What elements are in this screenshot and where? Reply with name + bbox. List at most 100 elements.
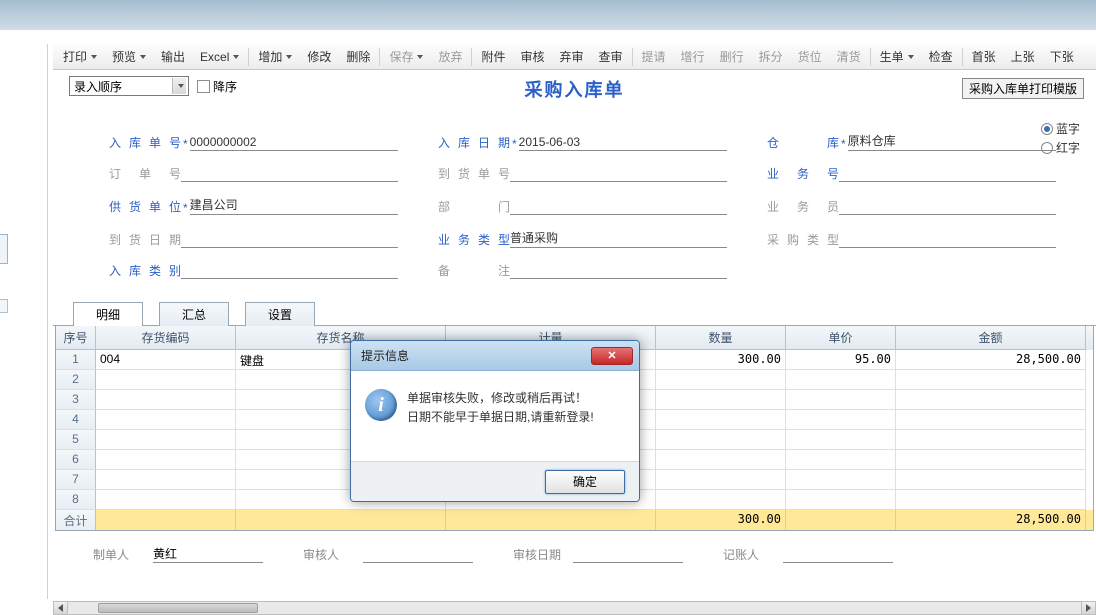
- dialog-titlebar[interactable]: 提示信息 ✕: [351, 341, 639, 371]
- cell-code[interactable]: [96, 370, 236, 390]
- cell-qty[interactable]: [656, 370, 786, 390]
- tab-settings[interactable]: 设置: [245, 302, 315, 326]
- field-dept[interactable]: [510, 199, 727, 215]
- toolbar-separator: [379, 48, 380, 66]
- window-titlebar-area: [0, 0, 1096, 30]
- toolbar-查审[interactable]: 查审: [593, 46, 629, 67]
- cell-amount[interactable]: [896, 490, 1086, 510]
- left-slider-1[interactable]: [0, 234, 8, 264]
- cell-amount[interactable]: [896, 390, 1086, 410]
- toolbar-上张[interactable]: 上张: [1005, 46, 1041, 67]
- toolbar-打印[interactable]: 打印: [57, 46, 103, 67]
- col-amount[interactable]: 金额: [896, 326, 1086, 350]
- cell-price[interactable]: [786, 470, 896, 490]
- scroll-track[interactable]: [68, 602, 1081, 614]
- col-seq[interactable]: 序号: [56, 326, 96, 350]
- scroll-right-arrow[interactable]: [1081, 602, 1095, 614]
- cell-price[interactable]: 95.00: [786, 350, 896, 370]
- toolbar-下张[interactable]: 下张: [1044, 46, 1080, 67]
- toolbar-预览[interactable]: 预览: [106, 46, 152, 67]
- total-label: 合计: [56, 510, 96, 530]
- left-slider-2[interactable]: [0, 299, 8, 313]
- dialog-close-button[interactable]: ✕: [591, 347, 633, 365]
- field-doc-no[interactable]: 0000000002: [190, 135, 398, 151]
- cell-qty[interactable]: [656, 390, 786, 410]
- field-remark[interactable]: [510, 263, 727, 279]
- scroll-left-arrow[interactable]: [54, 602, 68, 614]
- toolbar-弃审[interactable]: 弃审: [554, 46, 590, 67]
- col-qty[interactable]: 数量: [656, 326, 786, 350]
- cell-price[interactable]: [786, 390, 896, 410]
- cell-code[interactable]: [96, 490, 236, 510]
- radio-red[interactable]: 红字: [1041, 139, 1080, 156]
- field-order-no[interactable]: [181, 166, 398, 182]
- row-number: 7: [56, 470, 96, 490]
- cell-qty[interactable]: 300.00: [656, 350, 786, 370]
- field-pur-type[interactable]: [839, 232, 1056, 248]
- cell-price[interactable]: [786, 490, 896, 510]
- cell-qty[interactable]: [656, 490, 786, 510]
- cell-price[interactable]: [786, 370, 896, 390]
- toolbar-输出[interactable]: 输出: [155, 46, 191, 67]
- label-in-date: 入库日期: [438, 134, 510, 151]
- col-code[interactable]: 存货编码: [96, 326, 236, 350]
- cell-qty[interactable]: [656, 450, 786, 470]
- radio-icon: [1041, 123, 1053, 135]
- field-arrive-no[interactable]: [510, 166, 727, 182]
- cell-qty[interactable]: [656, 430, 786, 450]
- tab-detail[interactable]: 明细: [73, 302, 143, 326]
- sort-order-combo[interactable]: 录入顺序: [69, 76, 189, 96]
- toolbar-附件[interactable]: 附件: [475, 46, 511, 67]
- toolbar-首张[interactable]: 首张: [966, 46, 1002, 67]
- field-in-date[interactable]: 2015-06-03: [519, 135, 727, 151]
- scroll-thumb[interactable]: [98, 603, 258, 613]
- radio-blue[interactable]: 蓝字: [1041, 120, 1080, 137]
- dropdown-caret-icon: [908, 55, 914, 59]
- dialog-ok-button[interactable]: 确定: [545, 470, 625, 494]
- toolbar-生单[interactable]: 生单: [874, 46, 920, 67]
- app-frame: 打印预览输出Excel增加修改删除保存放弃附件审核弃审查审提请增行删行拆分货位清…: [53, 44, 1096, 601]
- row-number: 4: [56, 410, 96, 430]
- cell-amount[interactable]: [896, 430, 1086, 450]
- field-in-cat[interactable]: [181, 263, 398, 279]
- combo-dropdown-icon[interactable]: [172, 78, 186, 94]
- field-auditor: [363, 548, 473, 563]
- cell-amount[interactable]: [896, 370, 1086, 390]
- toolbar-审核[interactable]: 审核: [514, 46, 550, 67]
- col-price[interactable]: 单价: [786, 326, 896, 350]
- tab-summary[interactable]: 汇总: [159, 302, 229, 326]
- cell-amount[interactable]: [896, 450, 1086, 470]
- print-template-button[interactable]: 采购入库单打印模版: [962, 78, 1084, 99]
- toolbar-修改[interactable]: 修改: [301, 46, 337, 67]
- row-number: 5: [56, 430, 96, 450]
- cell-code[interactable]: [96, 470, 236, 490]
- label-biz-no: 业 务 号: [767, 165, 839, 182]
- horizontal-scrollbar[interactable]: [53, 601, 1096, 615]
- cell-amount[interactable]: [896, 470, 1086, 490]
- label-arrive-no: 到货单号: [438, 165, 510, 182]
- cell-amount[interactable]: 28,500.00: [896, 350, 1086, 370]
- cell-qty[interactable]: [656, 410, 786, 430]
- toolbar-检查[interactable]: 检查: [923, 46, 959, 67]
- field-warehouse[interactable]: 原料仓库: [848, 132, 1056, 151]
- cell-price[interactable]: [786, 410, 896, 430]
- cell-price[interactable]: [786, 430, 896, 450]
- toolbar-增加[interactable]: 增加: [252, 46, 298, 67]
- field-arrive-date[interactable]: [181, 232, 398, 248]
- total-amount: 28,500.00: [896, 510, 1086, 530]
- cell-code[interactable]: 004: [96, 350, 236, 370]
- toolbar-删除[interactable]: 删除: [340, 46, 376, 67]
- cell-code[interactable]: [96, 430, 236, 450]
- cell-price[interactable]: [786, 450, 896, 470]
- cell-code[interactable]: [96, 450, 236, 470]
- cell-qty[interactable]: [656, 470, 786, 490]
- field-biz-type[interactable]: 普通采购: [510, 229, 727, 248]
- toolbar-Excel[interactable]: Excel: [194, 48, 245, 66]
- field-supplier[interactable]: 建昌公司: [190, 196, 398, 215]
- cell-amount[interactable]: [896, 410, 1086, 430]
- descending-checkbox[interactable]: 降序: [197, 78, 237, 95]
- cell-code[interactable]: [96, 390, 236, 410]
- cell-code[interactable]: [96, 410, 236, 430]
- field-biz-no[interactable]: [839, 166, 1056, 182]
- field-salesman[interactable]: [839, 199, 1056, 215]
